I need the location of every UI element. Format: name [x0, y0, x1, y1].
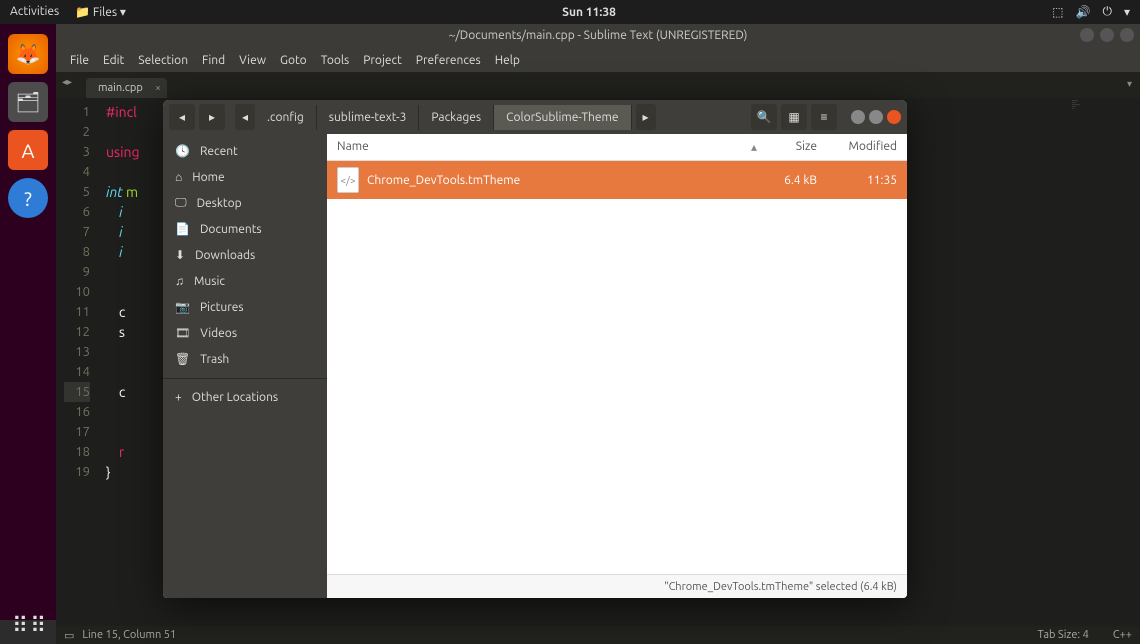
minimap[interactable]: ▬▬▬▬▬▬▬▬▬▬▬▬ — [1070, 98, 1140, 198]
menu-file[interactable]: File — [64, 52, 95, 69]
status-position: Line 15, Column 51 — [82, 629, 176, 641]
crumb-config[interactable]: .config — [255, 105, 317, 130]
place-home[interactable]: ⌂Home — [163, 164, 327, 190]
panel-switcher-icon[interactable]: ▭ — [64, 629, 74, 642]
show-applications-icon[interactable]: ⠿⠿ — [12, 622, 48, 630]
back-button[interactable]: ◂ — [169, 104, 195, 130]
place-pictures[interactable]: 📷Pictures — [163, 294, 327, 320]
home-icon: ⌂ — [175, 170, 182, 184]
places-sidebar: 🕓Recent ⌂Home 🖵Desktop 📄Documents ⬇Downl… — [163, 134, 327, 598]
menu-view[interactable]: View — [233, 52, 272, 69]
menu-tools[interactable]: Tools — [315, 52, 356, 69]
view-grid-icon[interactable]: ▦ — [781, 104, 807, 130]
forward-button[interactable]: ▸ — [199, 104, 225, 130]
dialog-header: ◂ ▸ ◂ .config sublime-text-3 Packages Co… — [163, 100, 907, 134]
clock[interactable]: Sun 11:38 — [126, 6, 1052, 19]
menu-preferences[interactable]: Preferences — [410, 52, 487, 69]
dock: 🦊 🗂 A ? ◆ — [0, 24, 56, 620]
file-open-dialog: ◂ ▸ ◂ .config sublime-text-3 Packages Co… — [163, 100, 907, 598]
gnome-top-bar: Activities 📁 Files ▾ Sun 11:38 ⬚ 🔊 ⏻ ▾ — [0, 0, 1140, 24]
pictures-icon: 📷 — [175, 300, 190, 314]
col-size[interactable]: Size — [757, 140, 817, 154]
minimize-icon[interactable] — [1080, 28, 1094, 42]
firefox-launcher[interactable]: 🦊 — [8, 34, 48, 74]
downloads-icon: ⬇ — [175, 248, 185, 262]
desktop-icon: 🖵 — [175, 196, 187, 210]
clock-icon: 🕓 — [175, 144, 190, 158]
activities-button[interactable]: Activities — [10, 5, 59, 19]
music-icon: ♫ — [175, 274, 184, 288]
tab-main-cpp[interactable]: main.cpp × — [86, 78, 167, 98]
status-tab-size[interactable]: Tab Size: 4 — [1038, 629, 1089, 641]
file-list: Name ▴ Size Modified </> Chrome_DevTools… — [327, 134, 907, 598]
menu-find[interactable]: Find — [196, 52, 231, 69]
tab-nav-icon[interactable]: ◂▸ — [62, 76, 72, 88]
trash-icon: 🗑 — [175, 352, 190, 366]
files-launcher[interactable]: 🗂 — [8, 82, 48, 122]
file-modified: 11:35 — [837, 174, 897, 187]
place-desktop[interactable]: 🖵Desktop — [163, 190, 327, 216]
search-icon[interactable]: 🔍 — [751, 104, 777, 130]
menu-help[interactable]: Help — [489, 52, 526, 69]
place-other[interactable]: +Other Locations — [163, 385, 327, 410]
status-syntax[interactable]: C++ — [1113, 629, 1132, 641]
place-downloads[interactable]: ⬇Downloads — [163, 242, 327, 268]
place-documents[interactable]: 📄Documents — [163, 216, 327, 242]
path-root-icon[interactable]: ◂ — [235, 104, 255, 130]
menu-project[interactable]: Project — [357, 52, 408, 69]
menu-edit[interactable]: Edit — [97, 52, 130, 69]
file-name: Chrome_DevTools.tmTheme — [367, 174, 520, 187]
crumb-sublime[interactable]: sublime-text-3 — [317, 105, 420, 130]
file-size: 6.4 kB — [757, 174, 817, 187]
dialog-maximize-icon[interactable] — [869, 110, 883, 124]
column-headers[interactable]: Name ▴ Size Modified — [327, 134, 907, 161]
view-menu-icon[interactable]: ≡ — [811, 104, 837, 130]
menu-selection[interactable]: Selection — [132, 52, 194, 69]
app-menu[interactable]: 📁 Files ▾ — [75, 5, 126, 19]
breadcrumb: ◂ .config sublime-text-3 Packages ColorS… — [235, 104, 747, 130]
dialog-minimize-icon[interactable] — [851, 110, 865, 124]
videos-icon: 🎞 — [175, 326, 190, 340]
status-bar: ▭ Line 15, Column 51 Tab Size: 4 C++ — [56, 626, 1140, 644]
place-videos[interactable]: 🎞Videos — [163, 320, 327, 346]
tab-menu-icon[interactable]: ▾ — [1127, 78, 1132, 90]
maximize-icon[interactable] — [1100, 28, 1114, 42]
col-name[interactable]: Name ▴ — [337, 140, 757, 154]
file-row[interactable]: </> Chrome_DevTools.tmTheme 6.4 kB 11:35 — [327, 161, 907, 199]
dialog-status-bar: "Chrome_DevTools.tmTheme" selected (6.4 … — [327, 574, 907, 598]
place-trash[interactable]: 🗑Trash — [163, 346, 327, 372]
gutter: 1 2 3 4 5 6 7 8 9 10 11 12 13 14 15 16 1… — [56, 98, 98, 626]
plus-icon: + — [175, 391, 182, 404]
close-icon[interactable] — [1120, 28, 1134, 42]
network-icon[interactable]: ⬚ — [1052, 5, 1063, 19]
crumb-packages[interactable]: Packages — [419, 105, 494, 130]
menu-bar: File Edit Selection Find View Goto Tools… — [56, 48, 1140, 72]
power-icon[interactable]: ⏻ — [1102, 5, 1112, 19]
window-title[interactable]: ~/Documents/main.cpp - Sublime Text (UNR… — [56, 24, 1140, 48]
place-music[interactable]: ♫Music — [163, 268, 327, 294]
help-launcher[interactable]: ? — [8, 178, 48, 218]
crumb-colorsublime[interactable]: ColorSublime-Theme — [494, 105, 631, 130]
documents-icon: 📄 — [175, 222, 190, 236]
chevron-down-icon[interactable]: ▾ — [1124, 5, 1130, 19]
volume-icon[interactable]: 🔊 — [1076, 5, 1091, 19]
tab-bar: ◂▸ main.cpp × ▾ — [56, 72, 1140, 98]
file-icon: </> — [337, 167, 359, 193]
path-overflow-icon[interactable]: ▸ — [636, 104, 656, 130]
software-launcher[interactable]: A — [8, 130, 48, 170]
dialog-close-icon[interactable] — [887, 110, 901, 124]
col-modified[interactable]: Modified — [837, 140, 897, 154]
menu-goto[interactable]: Goto — [274, 52, 313, 69]
code-area[interactable]: #incl using int m i i i c s c r } — [98, 98, 148, 626]
tab-close-icon[interactable]: × — [155, 82, 161, 93]
place-recent[interactable]: 🕓Recent — [163, 138, 327, 164]
